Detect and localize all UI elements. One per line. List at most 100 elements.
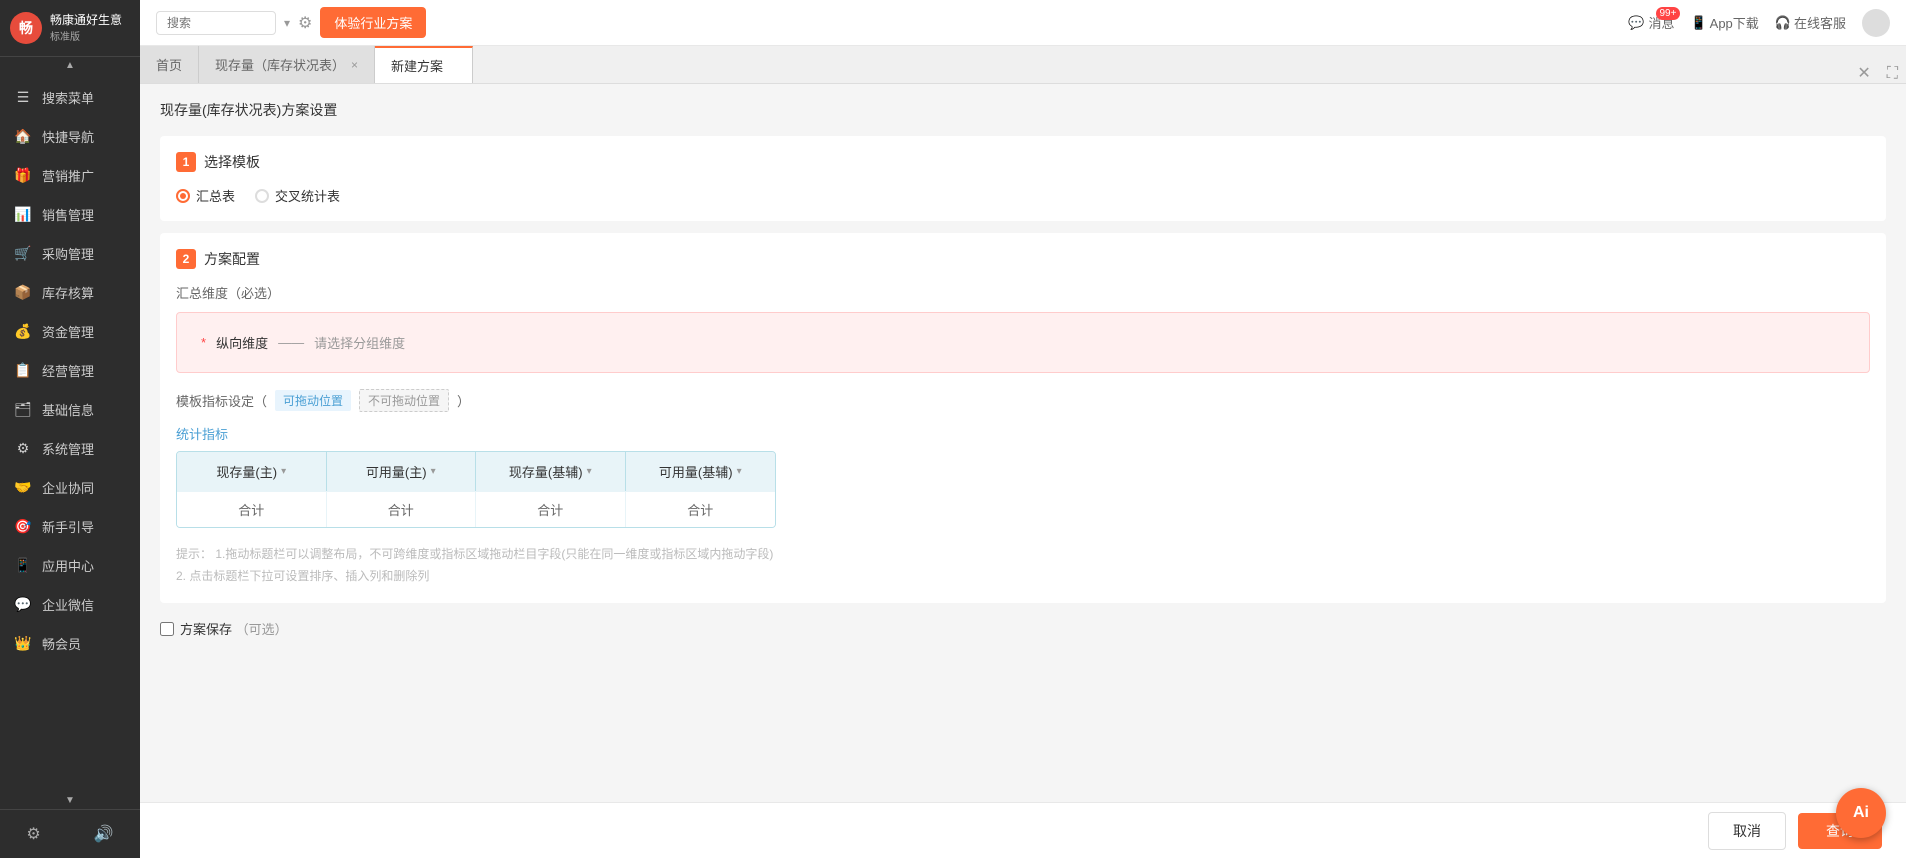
col3-chevron-icon: ▾ bbox=[587, 466, 592, 477]
tab-home[interactable]: 首页 bbox=[140, 46, 199, 83]
sidebar-item-purchase[interactable]: 🛒 采购管理 bbox=[0, 234, 140, 273]
sidebar-item-enterprise[interactable]: 🤝 企业协同 bbox=[0, 468, 140, 507]
tab-new-plan[interactable]: 新建方案 × bbox=[375, 46, 473, 83]
sidebar-item-label: 系统管理 bbox=[42, 439, 94, 458]
sidebar-item-label: 经营管理 bbox=[42, 361, 94, 380]
close-panel-button[interactable]: ✕ bbox=[1849, 63, 1878, 83]
config-section: 2 方案配置 汇总维度（必选） * 纵向维度 —— 请选择分组维度 bbox=[160, 233, 1886, 603]
marketing-icon: 🎁 bbox=[14, 167, 32, 185]
online-service-button[interactable]: 🎧 在线客服 bbox=[1775, 13, 1846, 32]
speaker-button[interactable]: 🔊 bbox=[88, 818, 120, 850]
content-inner: 现存量(库存状况表)方案设置 1 选择模板 汇总表 交叉统计表 bbox=[140, 84, 1906, 654]
stats-table-row: 合计 合计 合计 合计 bbox=[177, 491, 775, 527]
col2-chevron-icon: ▾ bbox=[431, 466, 436, 477]
col-header-1[interactable]: 现存量(主) ▾ bbox=[177, 452, 327, 491]
gear-icon[interactable]: ⚙ bbox=[298, 13, 312, 33]
col1-label: 现存量(主) bbox=[216, 462, 277, 481]
sidebar-item-label: 企业协同 bbox=[42, 478, 94, 497]
expand-button[interactable]: ⛶ bbox=[1879, 65, 1906, 83]
tab-inventory-status[interactable]: 现存量（库存状况表） × bbox=[199, 46, 375, 83]
summary-label: 汇总表 bbox=[196, 186, 235, 205]
sidebar-nav: ☰ 搜索菜单 🏠 快捷导航 🎁 营销推广 📊 销售管理 🛒 采购管理 📦 库存核… bbox=[0, 74, 140, 792]
indicator-settings: 模板指标设定（ 可拖动位置 不可拖动位置 ） bbox=[176, 389, 1870, 412]
step1-num: 1 bbox=[176, 152, 196, 172]
step1-label: 选择模板 bbox=[204, 152, 260, 172]
cross-table-option[interactable]: 交叉统计表 bbox=[255, 186, 340, 205]
sidebar-item-label: 基础信息 bbox=[42, 400, 94, 419]
sidebar-item-label: 搜索菜单 bbox=[42, 88, 94, 107]
sidebar-item-label: 新手引导 bbox=[42, 517, 94, 536]
sidebar-item-operation[interactable]: 📋 经营管理 bbox=[0, 351, 140, 390]
settings-button[interactable]: ⚙ bbox=[20, 818, 46, 850]
config-section-header: 2 方案配置 bbox=[176, 249, 1870, 269]
summary-table-option[interactable]: 汇总表 bbox=[176, 186, 235, 205]
sidebar-item-wechat[interactable]: 💬 企业微信 bbox=[0, 585, 140, 624]
indicator-prefix: 模板指标设定（ bbox=[176, 391, 267, 410]
app-logo: 畅 畅康通好生意 标准版 bbox=[0, 0, 140, 57]
tips: 提示： 1.拖动标题栏可以调整布局，不可跨维度或指标区域拖动栏目字段(只能在同一… bbox=[176, 544, 1870, 587]
cross-label: 交叉统计表 bbox=[275, 186, 340, 205]
user-avatar[interactable] bbox=[1862, 9, 1890, 37]
sidebar-item-newuser[interactable]: 🎯 新手引导 bbox=[0, 507, 140, 546]
step2-label: 方案配置 bbox=[204, 249, 260, 269]
sidebar-item-label: 应用中心 bbox=[42, 556, 94, 575]
messages-badge: 99+ bbox=[1656, 7, 1681, 20]
search-chevron-icon[interactable]: ▾ bbox=[284, 16, 290, 30]
sidebar-item-label: 企业微信 bbox=[42, 595, 94, 614]
search-menu-icon: ☰ bbox=[14, 89, 32, 107]
sidebar-item-quick-nav[interactable]: 🏠 快捷导航 bbox=[0, 117, 140, 156]
operation-icon: 📋 bbox=[14, 362, 32, 380]
trial-button[interactable]: 体验行业方案 bbox=[320, 7, 426, 38]
sidebar-item-label: 畅会员 bbox=[42, 634, 81, 653]
stats-table: 现存量(主) ▾ 可用量(主) ▾ 现存量(基辅) ▾ bbox=[176, 451, 776, 528]
cancel-button[interactable]: 取消 bbox=[1708, 812, 1786, 850]
step2-num: 2 bbox=[176, 249, 196, 269]
quick-nav-icon: 🏠 bbox=[14, 128, 32, 146]
sidebar-item-marketing[interactable]: 🎁 营销推广 bbox=[0, 156, 140, 195]
search-input[interactable] bbox=[156, 11, 276, 35]
tab-home-label: 首页 bbox=[156, 55, 182, 74]
sidebar: 畅 畅康通好生意 标准版 ▲ ☰ 搜索菜单 🏠 快捷导航 🎁 营销推广 📊 销售… bbox=[0, 0, 140, 858]
save-checkbox[interactable] bbox=[160, 622, 174, 636]
topbar-left: ▾ ⚙ 体验行业方案 bbox=[156, 7, 426, 38]
sidebar-item-member[interactable]: 👑 畅会员 bbox=[0, 624, 140, 663]
ai-button[interactable]: Ai bbox=[1836, 788, 1886, 838]
tab-inventory-close-icon[interactable]: × bbox=[351, 58, 358, 72]
sidebar-item-label: 库存核算 bbox=[42, 283, 94, 302]
sidebar-bottom: ⚙ 🔊 bbox=[0, 809, 140, 858]
col-header-4[interactable]: 可用量(基辅) ▾ bbox=[626, 452, 776, 491]
app-download-button[interactable]: 📱 App下载 bbox=[1690, 13, 1758, 32]
system-icon: ⚙ bbox=[14, 440, 32, 458]
headset-icon: 🎧 bbox=[1775, 15, 1791, 31]
content-area: 现存量(库存状况表)方案设置 1 选择模板 汇总表 交叉统计表 bbox=[140, 84, 1906, 802]
messages-button[interactable]: 💬 消息 99+ bbox=[1628, 13, 1674, 32]
sidebar-item-system[interactable]: ⚙ 系统管理 bbox=[0, 429, 140, 468]
sidebar-item-appstore[interactable]: 📱 应用中心 bbox=[0, 546, 140, 585]
sidebar-item-basic[interactable]: 🗂 基础信息 bbox=[0, 390, 140, 429]
sidebar-item-finance[interactable]: 💰 资金管理 bbox=[0, 312, 140, 351]
cross-radio[interactable] bbox=[255, 189, 269, 203]
col-header-3[interactable]: 现存量(基辅) ▾ bbox=[476, 452, 626, 491]
ai-label: Ai bbox=[1853, 804, 1869, 822]
sidebar-scroll-down[interactable]: ▼ bbox=[0, 792, 140, 809]
sidebar-item-inventory[interactable]: 📦 库存核算 bbox=[0, 273, 140, 312]
drag-tag: 可拖动位置 bbox=[275, 390, 351, 411]
sidebar-item-label: 营销推广 bbox=[42, 166, 94, 185]
dimension-placeholder[interactable]: 请选择分组维度 bbox=[314, 333, 405, 352]
indicator-suffix: ） bbox=[457, 391, 470, 410]
col-header-2[interactable]: 可用量(主) ▾ bbox=[327, 452, 477, 491]
sales-icon: 📊 bbox=[14, 206, 32, 224]
required-mark: * bbox=[201, 335, 206, 350]
sidebar-scroll-up[interactable]: ▲ bbox=[0, 57, 140, 74]
tab-new-plan-close-icon[interactable]: × bbox=[449, 59, 456, 73]
sidebar-item-search-menu[interactable]: ☰ 搜索菜单 bbox=[0, 78, 140, 117]
col4-chevron-icon: ▾ bbox=[737, 466, 742, 477]
sidebar-item-sales[interactable]: 📊 销售管理 bbox=[0, 195, 140, 234]
sidebar-item-label: 销售管理 bbox=[42, 205, 94, 224]
save-optional: （可选） bbox=[236, 622, 288, 637]
topbar: ▾ ⚙ 体验行业方案 💬 消息 99+ 📱 App下载 🎧 在线客服 bbox=[140, 0, 1906, 46]
summary-radio[interactable] bbox=[176, 189, 190, 203]
col1-chevron-icon: ▾ bbox=[281, 466, 286, 477]
main-area: ▾ ⚙ 体验行业方案 💬 消息 99+ 📱 App下载 🎧 在线客服 首页 bbox=[140, 0, 1906, 858]
cell-2: 合计 bbox=[327, 492, 477, 527]
